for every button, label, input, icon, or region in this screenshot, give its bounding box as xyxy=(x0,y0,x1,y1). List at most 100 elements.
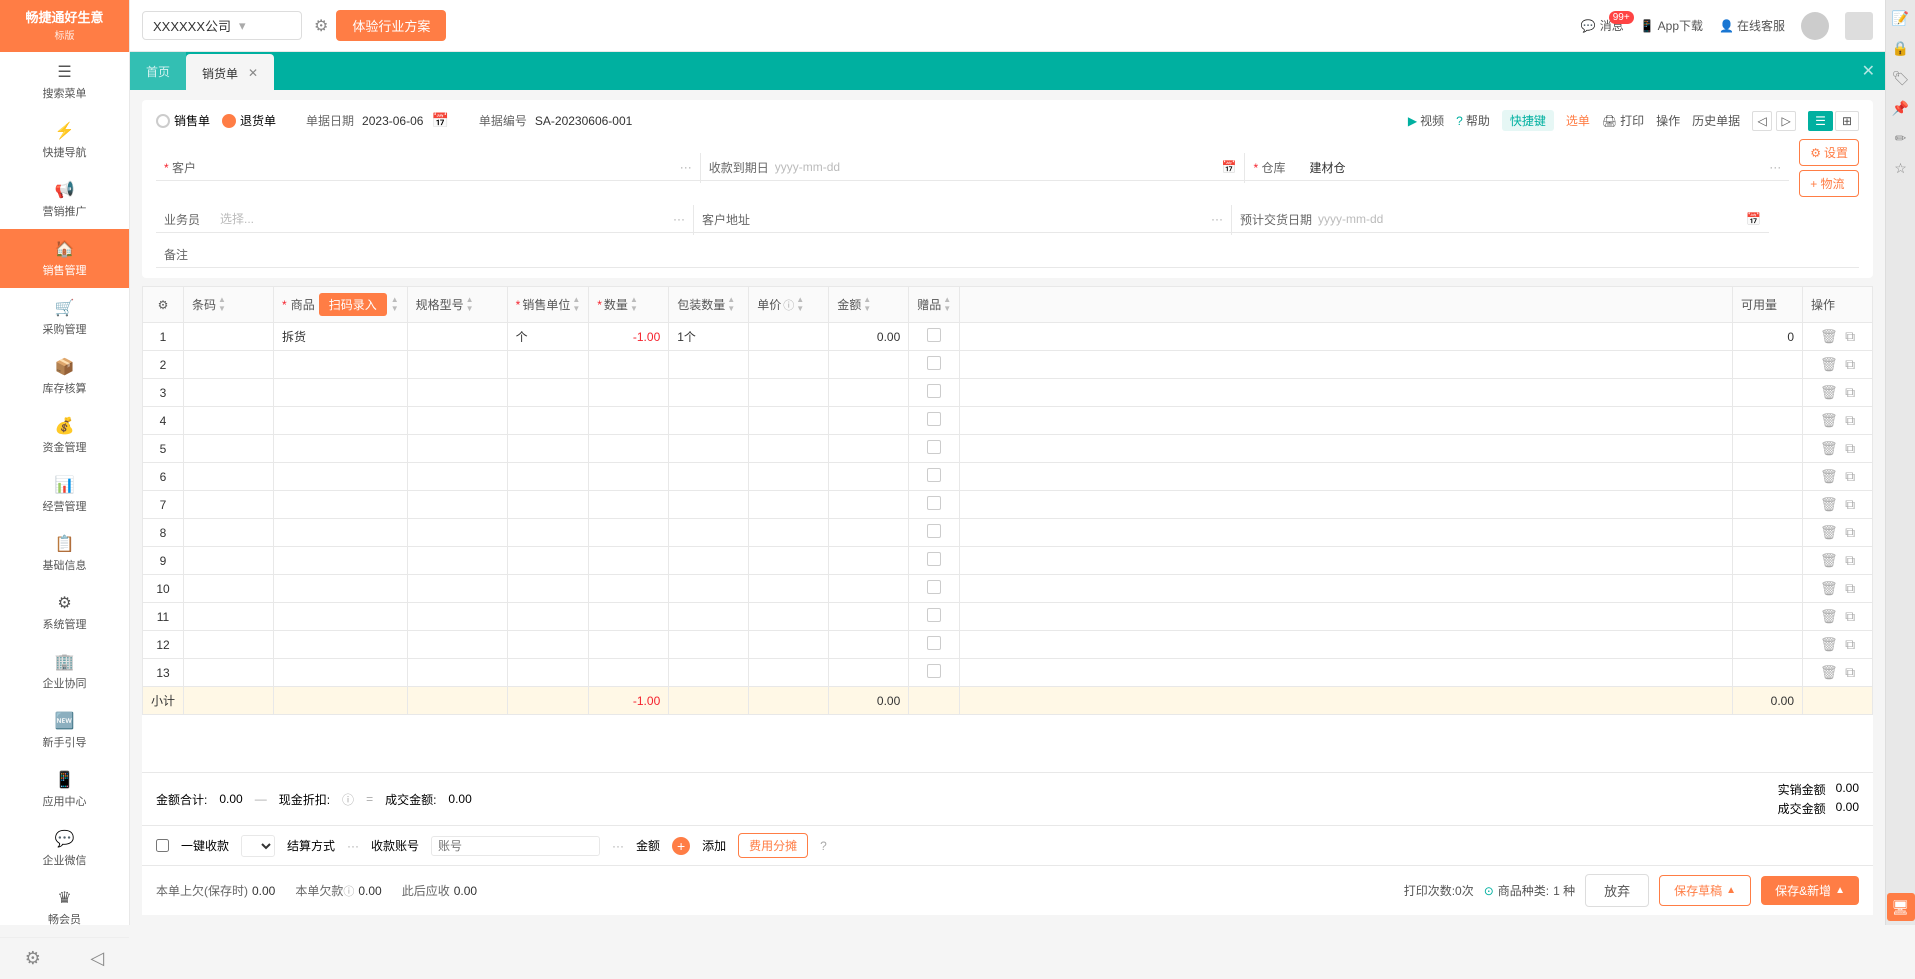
help-btn[interactable]: ? 帮助 xyxy=(1456,112,1490,129)
cell-unit[interactable] xyxy=(507,547,589,575)
tab-close-all-icon[interactable]: ✕ xyxy=(1862,61,1875,81)
cell-note[interactable] xyxy=(960,463,1733,491)
cell-spec[interactable] xyxy=(407,575,507,603)
delete-icon[interactable]: 🗑 xyxy=(1820,664,1838,680)
gift-checkbox[interactable] xyxy=(927,440,941,454)
cell-note[interactable] xyxy=(960,519,1733,547)
cell-spec[interactable] xyxy=(407,519,507,547)
cash-discount-help[interactable]: ⓘ xyxy=(342,791,354,808)
online-service-btn[interactable]: 👤 在线客服 xyxy=(1719,17,1785,34)
add-payment-btn[interactable]: + xyxy=(672,837,690,855)
cell-amount[interactable] xyxy=(829,547,909,575)
save-draft-btn[interactable]: 保存草稿 ▲ xyxy=(1659,875,1751,906)
cell-price[interactable] xyxy=(749,323,829,351)
cell-barcode[interactable] xyxy=(184,379,274,407)
delete-icon[interactable]: 🗑 xyxy=(1820,608,1838,624)
gift-checkbox[interactable] xyxy=(927,552,941,566)
sidebar-item-finance[interactable]: 💰 资金管理 xyxy=(0,406,129,465)
view-list-btn[interactable]: ☰ xyxy=(1808,111,1833,131)
copy-icon[interactable]: ⧉ xyxy=(1845,580,1855,596)
cell-note[interactable] xyxy=(960,351,1733,379)
cell-qty[interactable] xyxy=(589,575,669,603)
sidebar-item-guide[interactable]: 🆕 新手引导 xyxy=(0,701,129,760)
cell-pkg-qty[interactable] xyxy=(669,379,749,407)
sidebar-item-base[interactable]: 📋 基础信息 xyxy=(0,524,129,583)
cell-gift[interactable] xyxy=(909,435,960,463)
cell-unit[interactable] xyxy=(507,491,589,519)
gift-checkbox[interactable] xyxy=(927,384,941,398)
cell-amount[interactable] xyxy=(829,351,909,379)
cell-price[interactable] xyxy=(749,435,829,463)
cell-amount[interactable] xyxy=(829,659,909,687)
payment-date-input[interactable] xyxy=(775,160,1216,174)
cell-goods[interactable]: 拆货 xyxy=(274,323,408,351)
shortcut-btn[interactable]: 快捷键 xyxy=(1502,110,1554,131)
user-menu-icon[interactable] xyxy=(1845,12,1873,40)
cell-amount[interactable] xyxy=(829,379,909,407)
sidebar-item-member[interactable]: ♛ 畅会员 xyxy=(0,878,129,937)
copy-icon[interactable]: ⧉ xyxy=(1845,468,1855,484)
cell-unit[interactable] xyxy=(507,351,589,379)
cell-spec[interactable] xyxy=(407,463,507,491)
cell-amount[interactable]: 0.00 xyxy=(829,323,909,351)
cell-spec[interactable] xyxy=(407,435,507,463)
gift-checkbox[interactable] xyxy=(927,496,941,510)
cell-goods[interactable] xyxy=(274,407,408,435)
next-page-btn[interactable]: ▷ xyxy=(1776,111,1796,131)
scan-btn[interactable]: 扫码录入 xyxy=(319,293,387,316)
cell-pkg-qty[interactable]: 1个 xyxy=(669,323,749,351)
cell-amount[interactable] xyxy=(829,631,909,659)
sidebar-item-system[interactable]: ⚙ 系统管理 xyxy=(0,583,129,642)
cell-barcode[interactable] xyxy=(184,659,274,687)
cell-goods[interactable] xyxy=(274,575,408,603)
cell-note[interactable] xyxy=(960,379,1733,407)
cell-spec[interactable] xyxy=(407,379,507,407)
company-dropdown-icon[interactable]: ▾ xyxy=(239,18,246,34)
cell-spec[interactable] xyxy=(407,323,507,351)
settle-method-select[interactable] xyxy=(241,835,275,857)
customer-addr-input[interactable] xyxy=(758,212,1205,226)
select-btn[interactable]: 选单 xyxy=(1566,112,1590,129)
company-selector[interactable]: XXXXXX公司 ▾ xyxy=(142,11,302,40)
cell-gift[interactable] xyxy=(909,575,960,603)
cell-spec[interactable] xyxy=(407,631,507,659)
cell-amount[interactable] xyxy=(829,603,909,631)
sidebar-item-marketing[interactable]: 📢 营销推广 xyxy=(0,170,129,229)
logistics-btn[interactable]: + 物流 xyxy=(1799,170,1859,197)
collapse-icon[interactable]: ◁ xyxy=(90,948,104,969)
right-icon-tag[interactable]: 🏷 xyxy=(1887,64,1915,92)
gift-checkbox[interactable] xyxy=(927,412,941,426)
video-btn[interactable]: ▶ 视频 xyxy=(1408,112,1444,129)
cell-goods[interactable] xyxy=(274,659,408,687)
cell-qty[interactable] xyxy=(589,351,669,379)
cell-note[interactable] xyxy=(960,407,1733,435)
cell-barcode[interactable] xyxy=(184,631,274,659)
cell-unit[interactable] xyxy=(507,435,589,463)
payment-dots1[interactable]: ··· xyxy=(347,839,359,853)
payment-date-calendar-icon[interactable]: 📅 xyxy=(1222,160,1237,174)
cell-goods[interactable] xyxy=(274,631,408,659)
cell-barcode[interactable] xyxy=(184,575,274,603)
cell-spec[interactable] xyxy=(407,547,507,575)
delete-icon[interactable]: 🗑 xyxy=(1820,580,1838,596)
cell-gift[interactable] xyxy=(909,323,960,351)
copy-icon[interactable]: ⧉ xyxy=(1845,412,1855,428)
cell-pkg-qty[interactable] xyxy=(669,491,749,519)
cell-barcode[interactable] xyxy=(184,491,274,519)
cell-unit[interactable] xyxy=(507,603,589,631)
copy-icon[interactable]: ⧉ xyxy=(1845,524,1855,540)
operate-btn[interactable]: 操作 xyxy=(1656,112,1680,129)
cell-goods[interactable] xyxy=(274,547,408,575)
cell-qty[interactable] xyxy=(589,547,669,575)
calendar-icon[interactable]: 📅 xyxy=(431,112,448,129)
copy-icon[interactable]: ⧉ xyxy=(1845,664,1855,680)
customer-addr-dots[interactable]: ··· xyxy=(1211,212,1223,226)
cell-amount[interactable] xyxy=(829,519,909,547)
copy-icon[interactable]: ⧉ xyxy=(1845,356,1855,372)
cell-gift[interactable] xyxy=(909,491,960,519)
cell-note[interactable] xyxy=(960,603,1733,631)
gift-checkbox[interactable] xyxy=(927,328,941,342)
cell-price[interactable] xyxy=(749,407,829,435)
cell-note[interactable] xyxy=(960,659,1733,687)
cell-pkg-qty[interactable] xyxy=(669,603,749,631)
